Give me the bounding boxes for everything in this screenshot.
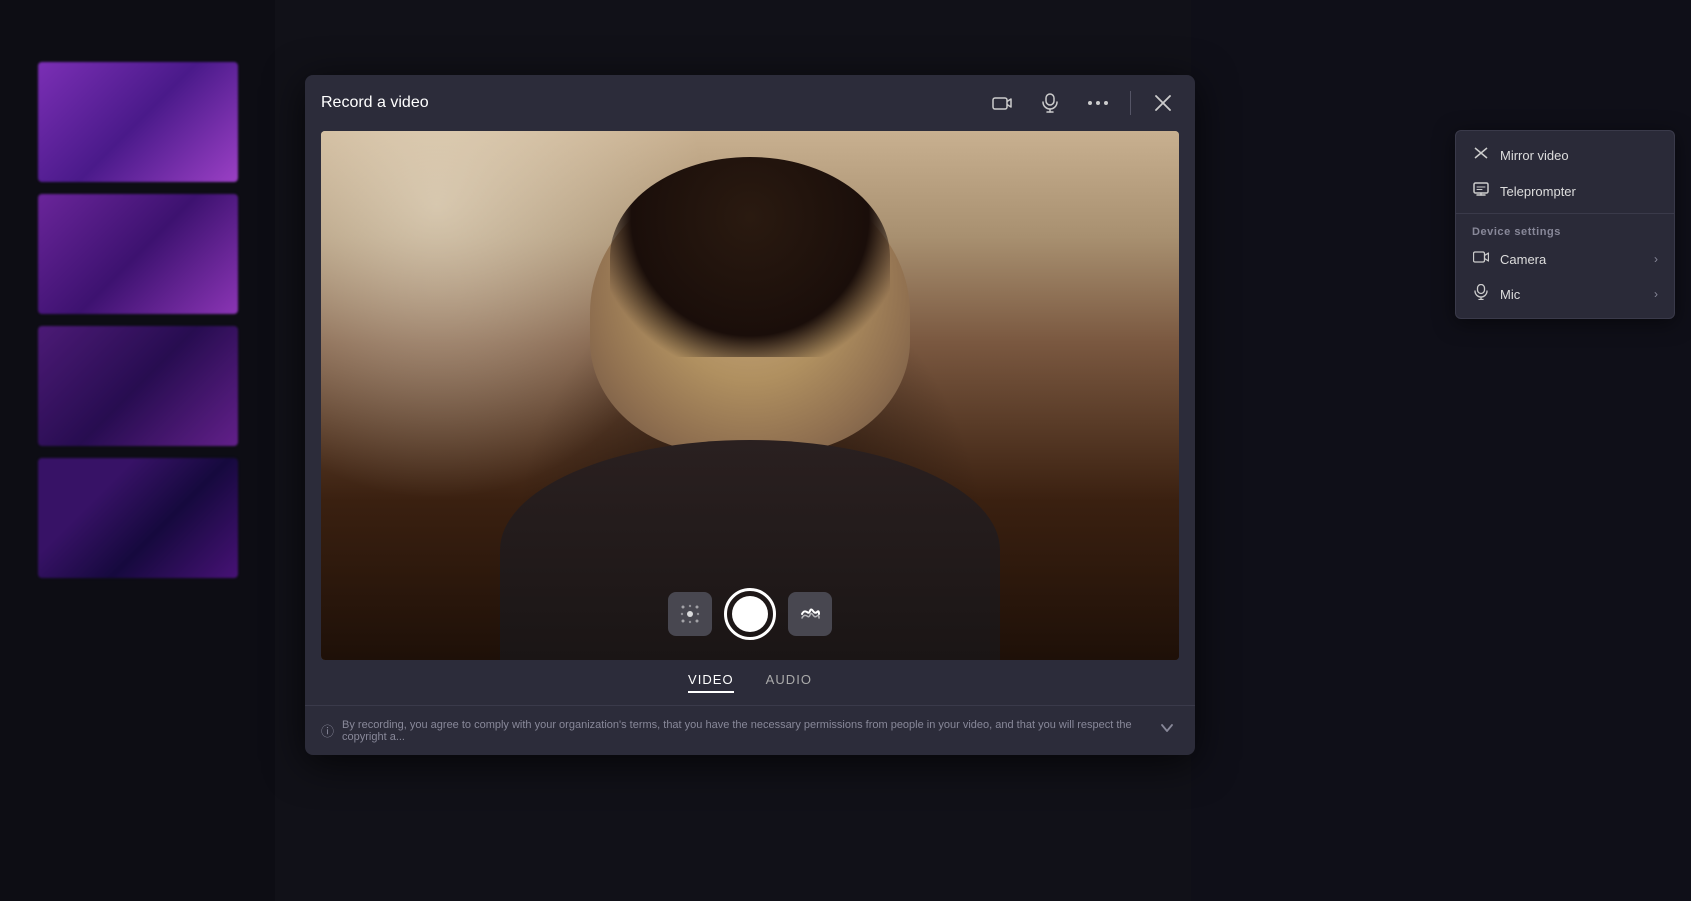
camera-arrow-icon: › <box>1654 252 1658 266</box>
person-hair <box>610 157 890 357</box>
menu-item-mic[interactable]: Mic › <box>1456 276 1674 312</box>
mode-tabs: VIDEO AUDIO <box>305 660 1195 705</box>
info-text: By recording, you agree to comply with y… <box>342 719 1155 743</box>
tab-video[interactable]: VIDEO <box>688 672 734 693</box>
device-settings-label: Device settings <box>1456 218 1674 242</box>
video-controls <box>668 588 832 640</box>
info-icon: ⓘ <box>321 721 334 740</box>
header-divider <box>1130 91 1131 115</box>
mirror-video-icon <box>1472 145 1490 165</box>
sidebar-thumbnail-1[interactable] <box>38 62 238 182</box>
menu-label-mirror-video: Mirror video <box>1500 148 1569 163</box>
mic-menu-icon <box>1472 284 1490 304</box>
camera-button[interactable] <box>986 87 1018 119</box>
dropdown-menu: Mirror video Teleprompter Device setting… <box>1455 130 1675 319</box>
expand-info-button[interactable] <box>1155 716 1179 745</box>
close-button[interactable] <box>1147 87 1179 119</box>
record-button-inner <box>732 596 768 632</box>
teleprompter-icon <box>1472 181 1490 201</box>
menu-divider <box>1456 213 1674 214</box>
video-preview <box>321 131 1179 660</box>
mic-button[interactable] <box>1034 87 1066 119</box>
video-frame <box>321 131 1179 660</box>
dialog-header: Record a video <box>305 75 1195 131</box>
info-text-container: ⓘ By recording, you agree to comply with… <box>321 719 1155 743</box>
menu-label-mic: Mic <box>1500 287 1520 302</box>
close-icon <box>1155 95 1171 111</box>
dialog-title: Record a video <box>321 94 429 112</box>
record-video-dialog: Record a video <box>305 75 1195 755</box>
sidebar <box>0 0 275 901</box>
menu-item-mirror-video[interactable]: Mirror video <box>1456 137 1674 173</box>
blur-background-button[interactable] <box>668 592 712 636</box>
header-controls <box>986 87 1179 119</box>
menu-item-teleprompter[interactable]: Teleprompter <box>1456 173 1674 209</box>
blur-bg-icon <box>679 603 701 625</box>
more-icon <box>1088 100 1108 106</box>
camera-menu-icon <box>1472 250 1490 268</box>
record-button[interactable] <box>724 588 776 640</box>
info-bar: ⓘ By recording, you agree to comply with… <box>305 705 1195 755</box>
mic-icon <box>1041 93 1059 113</box>
more-options-button[interactable] <box>1082 87 1114 119</box>
mic-arrow-icon: › <box>1654 287 1658 301</box>
effects-button[interactable] <box>788 592 832 636</box>
tab-audio[interactable]: AUDIO <box>766 672 812 693</box>
sidebar-thumbnail-2[interactable] <box>38 194 238 314</box>
chevron-down-icon <box>1159 720 1175 736</box>
effects-icon <box>799 603 821 625</box>
menu-label-teleprompter: Teleprompter <box>1500 184 1576 199</box>
menu-label-camera: Camera <box>1500 252 1546 267</box>
sidebar-thumbnail-4[interactable] <box>38 458 238 578</box>
menu-item-camera[interactable]: Camera › <box>1456 242 1674 276</box>
sidebar-thumbnail-3[interactable] <box>38 326 238 446</box>
camera-icon <box>992 93 1012 113</box>
